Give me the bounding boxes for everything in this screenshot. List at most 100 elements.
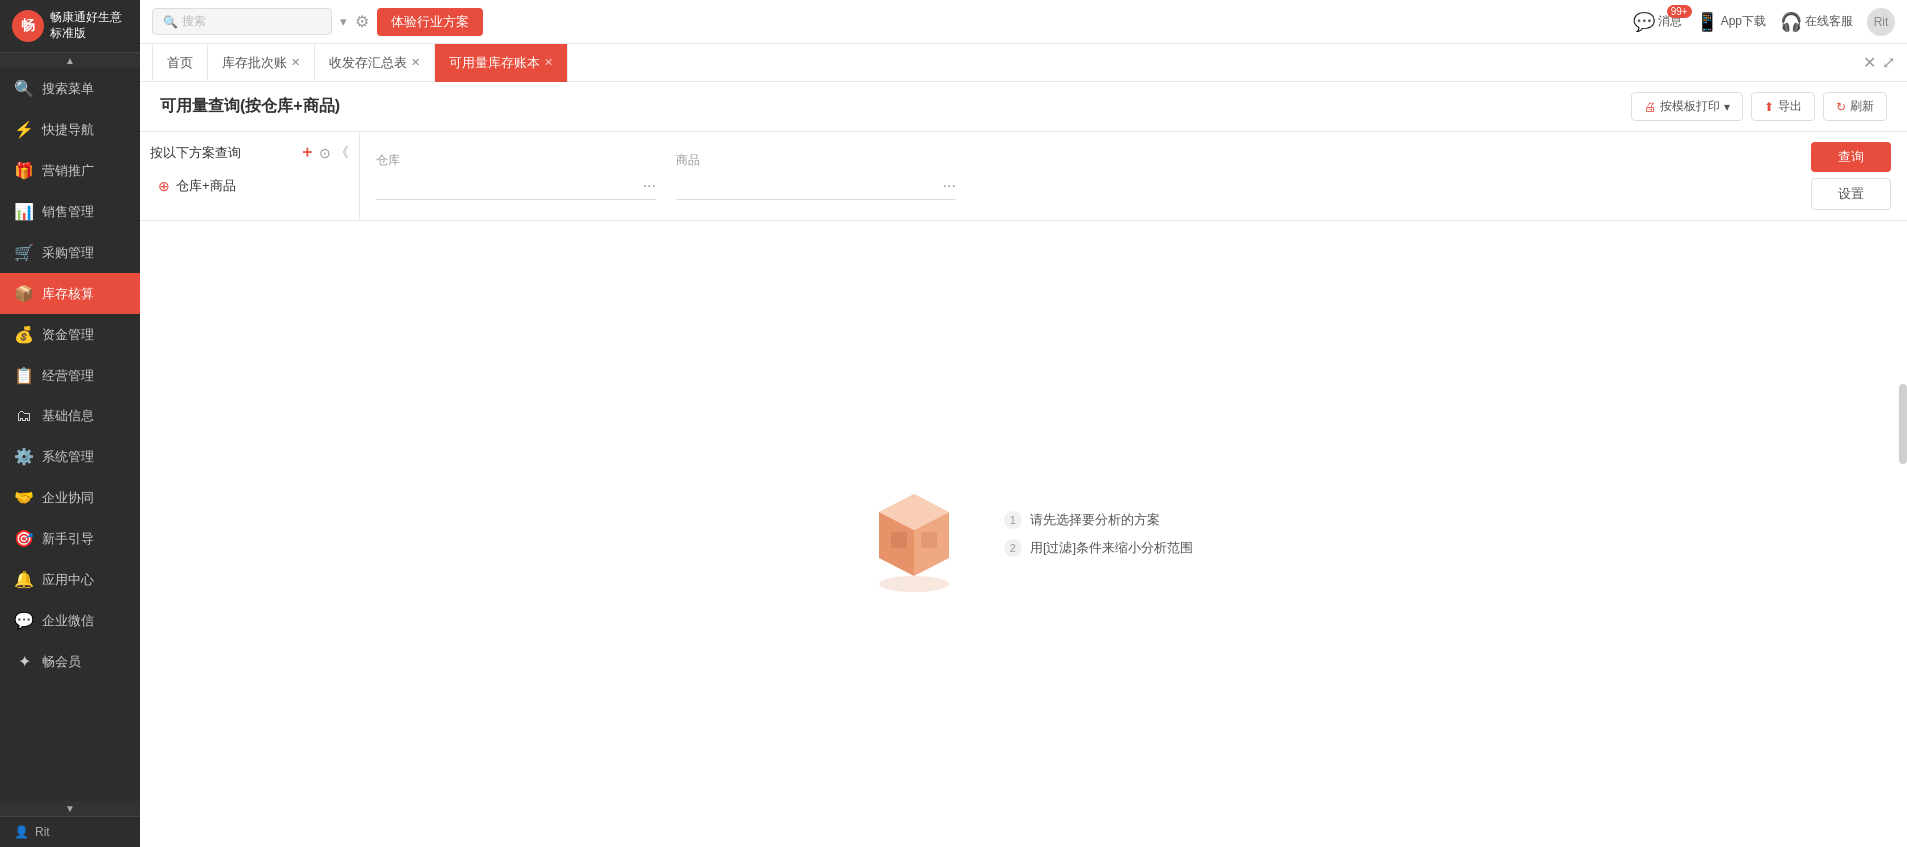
svg-rect-5: [891, 532, 907, 548]
scheme-panel-actions: ＋ ⊙ 《: [299, 142, 349, 163]
sidebar-item-marketing[interactable]: 🎁 营销推广: [0, 150, 140, 191]
svg-point-0: [879, 576, 949, 592]
sidebar-item-purchase[interactable]: 🛒 采购管理: [0, 232, 140, 273]
sidebar-item-label: 企业微信: [42, 612, 94, 630]
scheme-collapse-button[interactable]: 《: [335, 144, 349, 162]
tab-maximize-btn[interactable]: ⤢: [1882, 53, 1895, 72]
product-dots-button[interactable]: ···: [943, 177, 956, 195]
tab-available[interactable]: 可用量库存账本 ✕: [435, 44, 568, 82]
sidebar-item-basic[interactable]: 🗂 基础信息: [0, 396, 140, 436]
phone-icon: 📱: [1696, 11, 1718, 33]
print-button[interactable]: 🖨 按模板打印 ▾: [1631, 92, 1743, 121]
sidebar-item-label: 搜索菜单: [42, 80, 94, 98]
step-1-text: 请先选择要分析的方案: [1030, 511, 1160, 529]
search-chevron-icon[interactable]: ▾: [340, 14, 347, 29]
tab-home[interactable]: 首页: [152, 44, 208, 82]
online-support-button[interactable]: 🎧 在线客服: [1780, 11, 1853, 33]
sidebar-item-label: 基础信息: [42, 407, 94, 425]
sidebar-item-apps[interactable]: 🔔 应用中心: [0, 559, 140, 600]
warehouse-input[interactable]: ···: [376, 173, 656, 200]
sidebar-item-label: 应用中心: [42, 571, 94, 589]
tab-summary-close[interactable]: ✕: [411, 56, 420, 69]
refresh-icon: ↻: [1836, 100, 1846, 114]
print-label: 按模板打印: [1660, 98, 1720, 115]
page-title: 可用量查询(按仓库+商品): [160, 96, 340, 117]
sidebar-item-wechat[interactable]: 💬 企业微信: [0, 600, 140, 641]
print-icon: 🖨: [1644, 100, 1656, 114]
sidebar-item-search[interactable]: 🔍 搜索菜单: [0, 68, 140, 109]
sidebar-item-label: 销售管理: [42, 203, 94, 221]
scheme-settings-button[interactable]: ⊙: [319, 145, 331, 161]
sidebar-item-system[interactable]: ⚙️ 系统管理: [0, 436, 140, 477]
sidebar-item-newuser[interactable]: 🎯 新手引导: [0, 518, 140, 559]
tab-batch-close[interactable]: ✕: [291, 56, 300, 69]
search-icon: 🔍: [14, 79, 34, 98]
sidebar: 畅 畅康通好生意 标准版 ▲ 🔍 搜索菜单 ⚡ 快捷导航 🎁 营销推广 📊 销售…: [0, 0, 140, 847]
chat-icon: 💬: [14, 611, 34, 630]
tab-batch[interactable]: 库存批次账 ✕: [208, 44, 315, 82]
tab-available-close[interactable]: ✕: [544, 56, 553, 69]
topbar-search-box[interactable]: 🔍 搜索: [152, 8, 332, 35]
warehouse-dots-button[interactable]: ···: [643, 177, 656, 195]
message-button[interactable]: 💬 消息 99+: [1633, 11, 1682, 33]
message-badge: 99+: [1667, 5, 1692, 18]
sidebar-item-label: 资金管理: [42, 326, 94, 344]
product-input[interactable]: ···: [676, 173, 956, 200]
sidebar-item-finance[interactable]: 💰 资金管理: [0, 314, 140, 355]
query-fields: 仓库 ··· 商品 ···: [360, 132, 1795, 220]
window-buttons: ✕ ⤢: [1863, 53, 1895, 72]
export-button[interactable]: ⬆ 导出: [1751, 92, 1815, 121]
scheme-add-button[interactable]: ＋: [299, 142, 315, 163]
app-download-label: App下载: [1721, 13, 1766, 30]
empty-step-1: 1 请先选择要分析的方案: [1004, 511, 1193, 529]
gear-icon: ⚙️: [14, 447, 34, 466]
sidebar-item-member[interactable]: ✦ 畅会员: [0, 641, 140, 682]
tab-close-btn[interactable]: ✕: [1863, 53, 1876, 72]
sidebar-item-sales[interactable]: 📊 销售管理: [0, 191, 140, 232]
money-icon: 💰: [14, 325, 34, 344]
scheme-panel-title: 按以下方案查询: [150, 144, 241, 162]
sidebar-item-cooperation[interactable]: 🤝 企业协同: [0, 477, 140, 518]
user-avatar-icon: 👤: [14, 825, 29, 839]
chart-icon: 📊: [14, 202, 34, 221]
logo-text: 畅康通好生意 标准版: [50, 10, 122, 41]
sidebar-item-label: 库存核算: [42, 285, 94, 303]
step-2-text: 用[过滤]条件来缩小分析范围: [1030, 539, 1193, 557]
refresh-button[interactable]: ↻ 刷新: [1823, 92, 1887, 121]
right-scrollbar[interactable]: [1899, 384, 1907, 464]
app-download-button[interactable]: 📱 App下载: [1696, 11, 1766, 33]
empty-text: 1 请先选择要分析的方案 2 用[过滤]条件来缩小分析范围: [1004, 511, 1193, 557]
print-chevron-icon: ▾: [1724, 100, 1730, 114]
sidebar-scroll-down[interactable]: ▼: [0, 801, 140, 816]
sidebar-scroll-up[interactable]: ▲: [0, 53, 140, 68]
tab-home-label: 首页: [167, 54, 193, 72]
empty-state: 1 请先选择要分析的方案 2 用[过滤]条件来缩小分析范围: [140, 221, 1907, 847]
user-avatar[interactable]: Rit: [1867, 8, 1895, 36]
shortcut-icon: ⚡: [14, 120, 34, 139]
query-button[interactable]: 查询: [1811, 142, 1891, 172]
sidebar-user[interactable]: 👤 Rit: [0, 816, 140, 847]
topbar: 🔍 搜索 ▾ ⚙ 体验行业方案 💬 消息 99+ 📱 App下载 🎧 在线客服 …: [140, 0, 1907, 44]
product-field-label: 商品: [676, 152, 956, 169]
sidebar-item-inventory[interactable]: 📦 库存核算: [0, 273, 140, 314]
tab-summary[interactable]: 收发存汇总表 ✕: [315, 44, 435, 82]
handshake-icon: 🤝: [14, 488, 34, 507]
page-actions: 🖨 按模板打印 ▾ ⬆ 导出 ↻ 刷新: [1631, 92, 1887, 121]
folder-icon: 🗂: [14, 407, 34, 425]
sidebar-item-label: 企业协同: [42, 489, 94, 507]
empty-illustration: [854, 474, 974, 594]
content-area: 可用量查询(按仓库+商品) 🖨 按模板打印 ▾ ⬆ 导出 ↻ 刷新: [140, 82, 1907, 847]
scheme-item-warehouse-product[interactable]: ⊕ 仓库+商品: [150, 171, 349, 201]
tab-batch-label: 库存批次账: [222, 54, 287, 72]
settings-button[interactable]: 设置: [1811, 178, 1891, 210]
bell-icon: 🔔: [14, 570, 34, 589]
sidebar-item-shortcut[interactable]: ⚡ 快捷导航: [0, 109, 140, 150]
sidebar-nav: 🔍 搜索菜单 ⚡ 快捷导航 🎁 营销推广 📊 销售管理 🛒 采购管理 📦 库存核…: [0, 68, 140, 801]
tab-summary-label: 收发存汇总表: [329, 54, 407, 72]
sidebar-item-operations[interactable]: 📋 经营管理: [0, 355, 140, 396]
message-icon: 💬: [1633, 11, 1655, 33]
trial-button[interactable]: 体验行业方案: [377, 8, 483, 36]
sidebar-username: Rit: [35, 825, 50, 839]
topbar-gear-icon[interactable]: ⚙: [355, 12, 369, 31]
sidebar-item-label: 采购管理: [42, 244, 94, 262]
